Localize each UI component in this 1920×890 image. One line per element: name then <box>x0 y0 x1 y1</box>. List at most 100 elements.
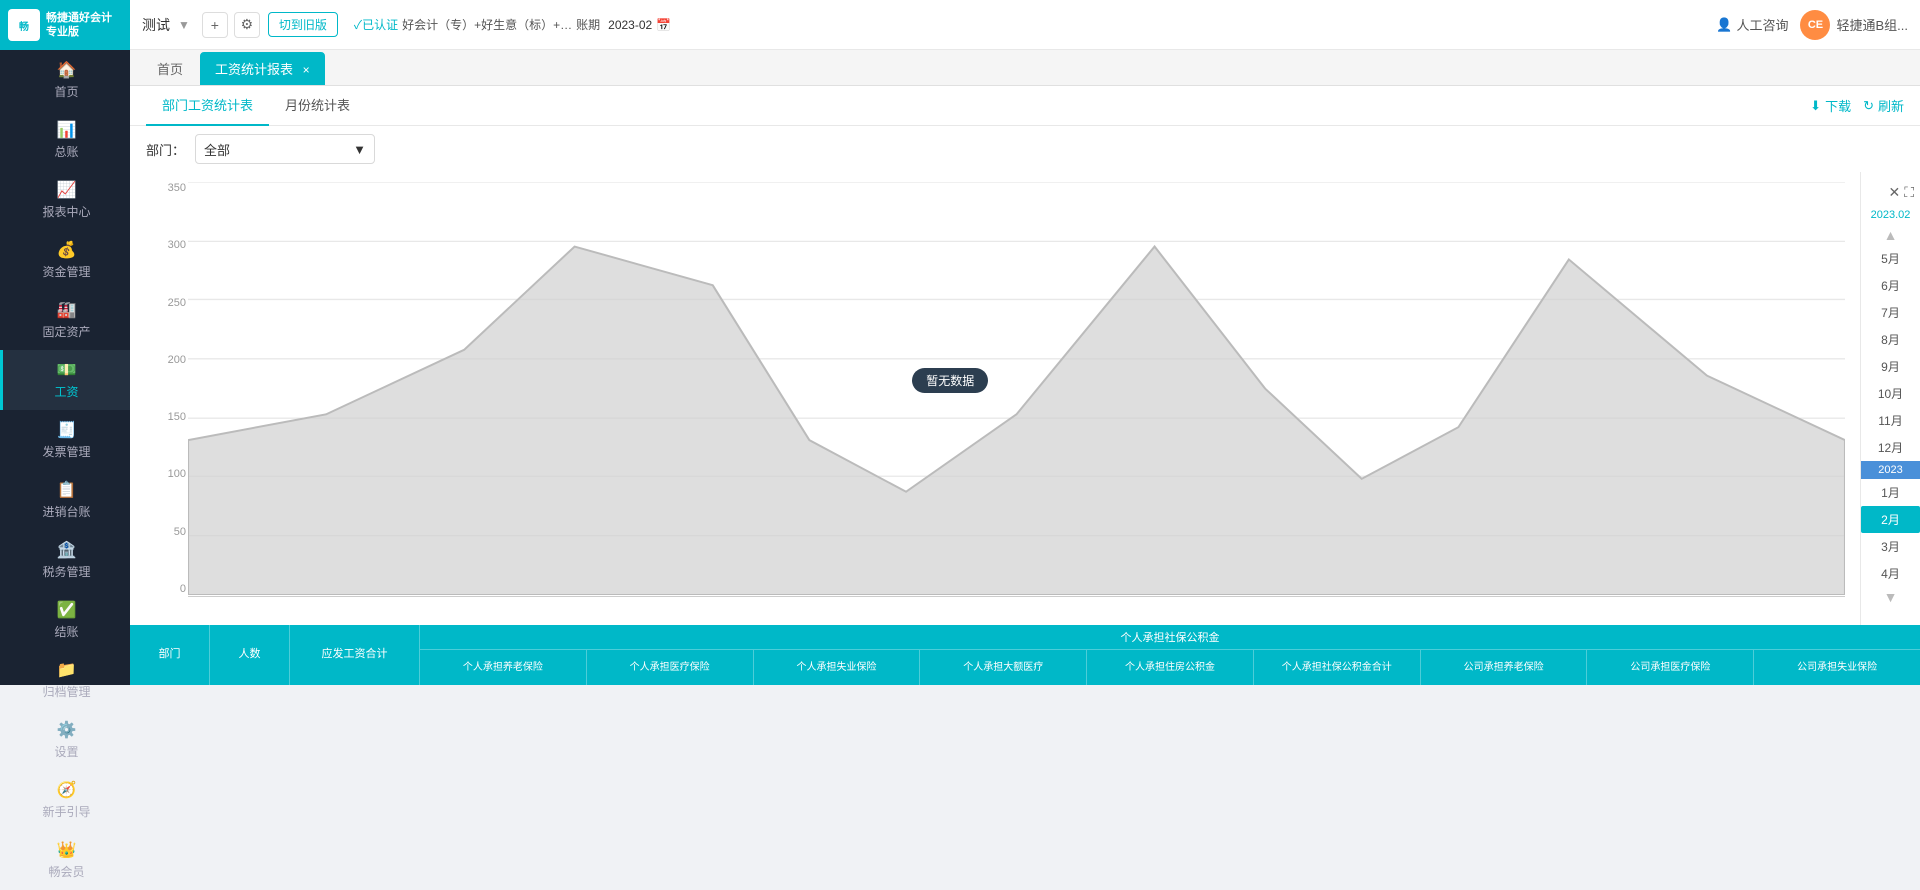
product-tags: 好会计（专）+好生意（标）+… <box>402 16 572 33</box>
sidebar-label-reports: 报表中心 <box>42 203 90 220</box>
sidebar-item-assets[interactable]: 🏭 固定资产 <box>0 290 130 350</box>
rp-month-11[interactable]: 11月 <box>1861 407 1920 434</box>
th-unemploy-personal: 个人承担失业保险 <box>754 650 921 685</box>
sidebar-label-funds: 资金管理 <box>42 263 90 280</box>
download-button[interactable]: ⬇ 下载 <box>1810 96 1851 115</box>
rp-month-jan[interactable]: 1月 <box>1861 479 1920 506</box>
subtab-dept[interactable]: 部门工资统计表 <box>146 86 269 126</box>
rp-current-year[interactable]: 2023.02 <box>1861 205 1920 225</box>
rp-month-7[interactable]: 7月 <box>1861 299 1920 326</box>
th-social-total-personal: 个人承担社保公积金合计 <box>1254 650 1421 685</box>
th-medical-personal: 个人承担医疗保险 <box>587 650 754 685</box>
rp-month-apr[interactable]: 4月 <box>1861 560 1920 587</box>
help-button[interactable]: 👤 人工咨询 <box>1716 15 1788 34</box>
y-label-200: 200 <box>168 354 186 366</box>
tab-close-icon[interactable]: × <box>303 63 310 77</box>
th-large-medical: 个人承担大额医疗 <box>920 650 1087 685</box>
tax-icon: 🏦 <box>57 540 77 560</box>
refresh-icon: ↻ <box>1863 98 1874 114</box>
th-group-cols: 个人承担养老保险 个人承担医疗保险 个人承担失业保险 个人承担大额医疗 个人承担… <box>420 650 1920 685</box>
salary-icon: 💵 <box>57 360 77 380</box>
topbar-title: 测试 <box>142 15 170 35</box>
rp-month-8[interactable]: 8月 <box>1861 326 1920 353</box>
tab-home[interactable]: 首页 <box>142 52 198 85</box>
tab-bar: 首页 工资统计报表 × <box>130 50 1920 86</box>
sidebar-logo: 畅 畅捷通好会计 专业版 <box>0 0 130 50</box>
sidebar-item-invoice[interactable]: 🧾 发票管理 <box>0 410 130 470</box>
sidebar-item-settle[interactable]: ✅ 结账 <box>0 590 130 650</box>
funds-icon: 💰 <box>57 240 77 260</box>
subtab-actions: ⬇ 下载 ↻ 刷新 <box>1810 96 1904 115</box>
switch-old-btn[interactable]: 切到旧版 <box>268 12 338 37</box>
sidebar: 畅 畅捷通好会计 专业版 🏠 首页 📊 总账 📈 报表中心 💰 资金管理 🏭 固… <box>0 0 130 685</box>
rp-year-2023[interactable]: 2023 <box>1861 461 1920 479</box>
panel-close-icon[interactable]: ✕ <box>1888 184 1900 201</box>
reports-icon: 📈 <box>57 180 77 200</box>
th-medical-company: 公司承担医疗保险 <box>1587 650 1754 685</box>
ledger-icon: 📊 <box>57 120 77 140</box>
topbar-right: 👤 人工咨询 CE 轻捷通B组... <box>1716 10 1908 40</box>
th-salary-total: 应发工资合计 <box>290 625 420 685</box>
rp-month-feb[interactable]: 2月 <box>1861 506 1920 533</box>
topbar-dropdown-arrow[interactable]: ▼ <box>178 18 190 32</box>
assets-icon: 🏭 <box>57 300 77 320</box>
rp-month-12[interactable]: 12月 <box>1861 434 1920 461</box>
sidebar-item-salary[interactable]: 💵 工资 <box>0 350 130 410</box>
rp-month-10[interactable]: 10月 <box>1861 380 1920 407</box>
filter-label: 部门： <box>146 140 185 159</box>
period-label: 账期 <box>576 16 600 33</box>
sidebar-item-member[interactable]: 👑 畅会员 <box>0 830 130 890</box>
user-avatar[interactable]: CE <box>1800 10 1830 40</box>
y-label-0: 0 <box>180 583 186 595</box>
refresh-button[interactable]: ↻ 刷新 <box>1863 96 1904 115</box>
sidebar-item-ledger[interactable]: 📊 总账 <box>0 110 130 170</box>
rp-month-5[interactable]: 5月 <box>1861 245 1920 272</box>
y-label-250: 250 <box>168 297 186 309</box>
content-area: 部门工资统计表 月份统计表 ⬇ 下载 ↻ 刷新 部门： 全部 ▼ <box>130 86 1920 685</box>
user-area: CE 轻捷通B组... <box>1800 10 1908 40</box>
add-button[interactable]: + <box>202 12 228 38</box>
rp-scroll-up-icon[interactable]: ▲ <box>1884 227 1898 243</box>
refresh-label: 刷新 <box>1878 96 1904 115</box>
sidebar-item-reports[interactable]: 📈 报表中心 <box>0 170 130 230</box>
rp-scroll-down-icon[interactable]: ▼ <box>1884 589 1898 605</box>
y-label-300: 300 <box>168 239 186 251</box>
chart-section: 0 50 100 150 200 250 300 350 <box>130 172 1920 625</box>
archive-icon: 📁 <box>57 660 77 680</box>
dept-select[interactable]: 全部 ▼ <box>195 134 375 164</box>
sidebar-label-sales: 进销台账 <box>42 503 90 520</box>
panel-expand-icon[interactable]: ⛶ <box>1904 184 1914 201</box>
subtab-monthly[interactable]: 月份统计表 <box>269 86 366 126</box>
help-icon: 👤 <box>1716 17 1732 33</box>
sidebar-label-ledger: 总账 <box>54 143 78 160</box>
subtab-monthly-label: 月份统计表 <box>285 95 350 114</box>
member-icon: 👑 <box>57 840 77 860</box>
tab-salary-report[interactable]: 工资统计报表 × <box>200 52 325 85</box>
settings-button[interactable]: ⚙ <box>234 12 260 38</box>
sidebar-item-settings[interactable]: ⚙️ 设置 <box>0 710 130 770</box>
th-unemploy-company: 公司承担失业保险 <box>1754 650 1920 685</box>
sidebar-item-home[interactable]: 🏠 首页 <box>0 50 130 110</box>
settings-icon: ⚙️ <box>57 720 77 740</box>
sidebar-item-funds[interactable]: 💰 资金管理 <box>0 230 130 290</box>
sidebar-label-settle: 结账 <box>54 623 78 640</box>
filter-value: 全部 <box>204 140 230 159</box>
rp-month-9[interactable]: 9月 <box>1861 353 1920 380</box>
user-name[interactable]: 轻捷通B组... <box>1836 15 1908 34</box>
sidebar-item-guide[interactable]: 🧭 新手引导 <box>0 770 130 830</box>
calendar-icon[interactable]: 📅 <box>656 18 671 32</box>
main-area: 测试 ▼ + ⚙ 切到旧版 ✓已认证 好会计（专）+好生意（标）+… 账期 20… <box>130 0 1920 685</box>
th-pension-personal: 个人承担养老保险 <box>420 650 587 685</box>
sidebar-item-archive[interactable]: 📁 归档管理 <box>0 650 130 710</box>
sidebar-item-tax[interactable]: 🏦 税务管理 <box>0 530 130 590</box>
sidebar-label-archive: 归档管理 <box>42 683 90 700</box>
y-label-150: 150 <box>168 411 186 423</box>
topbar: 测试 ▼ + ⚙ 切到旧版 ✓已认证 好会计（专）+好生意（标）+… 账期 20… <box>130 0 1920 50</box>
rp-month-6[interactable]: 6月 <box>1861 272 1920 299</box>
y-label-350: 350 <box>168 182 186 194</box>
chart-tooltip: 暂无数据 <box>912 368 988 393</box>
sidebar-item-sales[interactable]: 📋 进销台账 <box>0 470 130 530</box>
sidebar-label-assets: 固定资产 <box>42 323 90 340</box>
y-axis: 0 50 100 150 200 250 300 350 <box>150 182 186 595</box>
rp-month-mar[interactable]: 3月 <box>1861 533 1920 560</box>
